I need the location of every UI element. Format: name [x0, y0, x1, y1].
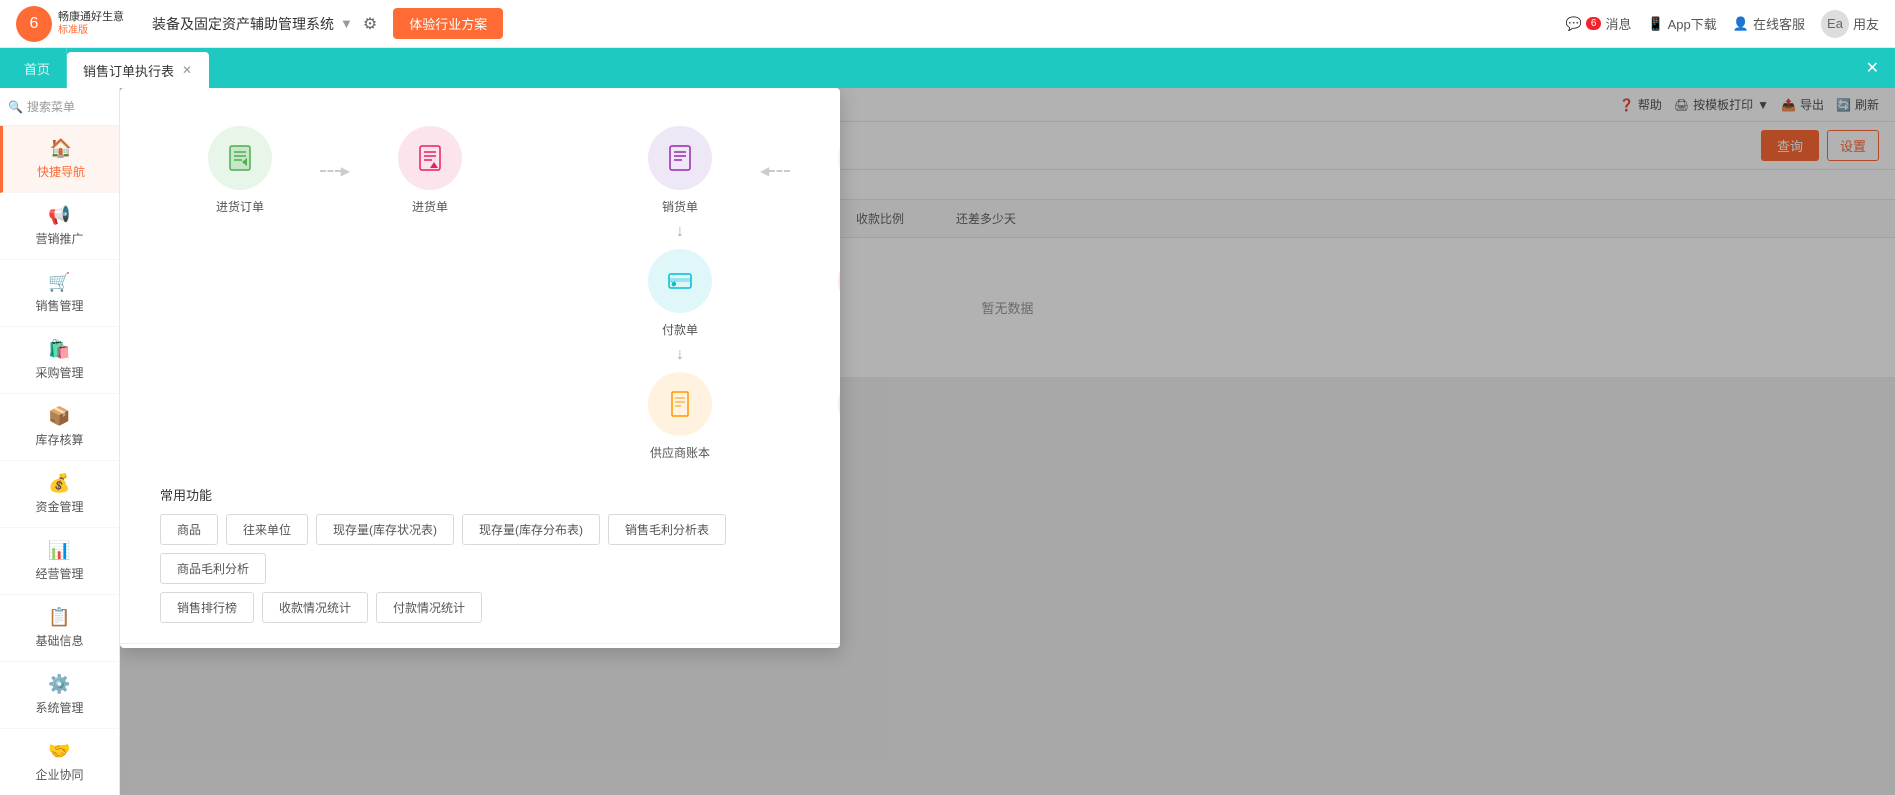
sidebar-item-purchase[interactable]: 🛍️ 采购管理 — [0, 327, 119, 394]
flow-node-purchase-receipt[interactable]: 进货单 — [350, 118, 510, 223]
user-menu[interactable]: Ea 用友 — [1821, 10, 1879, 38]
marketing-icon: 📢 — [48, 205, 70, 226]
payment-label: 付款单 — [662, 321, 698, 338]
nav-close-button[interactable]: ✕ — [1858, 58, 1887, 78]
arrow-h-2: ◀ — [760, 164, 790, 178]
logo-text: 畅康通好生意 标准版 — [58, 10, 124, 37]
home-icon: 🏠 — [50, 138, 72, 159]
inventory-icon: 📦 — [48, 406, 70, 427]
svg-text:¥: ¥ — [670, 280, 676, 289]
collection-icon: ¥ — [838, 249, 840, 313]
btn-stock-status[interactable]: 现存量(库存状况表) — [316, 514, 454, 545]
btn-goods[interactable]: 商品 — [160, 514, 218, 545]
app-download-button[interactable]: 📱 App下载 — [1647, 14, 1716, 33]
flow-node-collection[interactable]: ¥ 收款单 — [830, 241, 840, 346]
common-buttons-row-2: 销售排行榜 收款情况统计 付款情况统计 — [160, 592, 800, 623]
main-layout: 🔍 搜索菜单 🏠 快捷导航 📢 营销推广 🛒 销售管理 🛍️ 采购管理 📦 库存… — [0, 88, 1895, 795]
system-title-area: 装备及固定资产辅助管理系统 ▼ ⚙ 体验行业方案 — [152, 8, 1566, 39]
sales-icon: 🛒 — [48, 272, 70, 293]
common-functions-section: 常用功能 商品 往来单位 现存量(库存状况表) 现存量(库存分布表) 销售毛利分… — [160, 485, 800, 623]
tab-home[interactable]: 首页 — [8, 48, 67, 88]
purchase-receipt-label: 进货单 — [412, 198, 448, 215]
phone-icon: 📱 — [1647, 16, 1663, 32]
sidebar-item-system[interactable]: ⚙️ 系统管理 — [0, 662, 119, 729]
message-icon: 💬 — [1566, 16, 1582, 32]
modal-overlay[interactable]: 进货订单 ▶ 进货单 — [120, 88, 1895, 795]
common-functions-title: 常用功能 — [160, 485, 800, 504]
search-menu-inner[interactable]: 🔍 搜索菜单 — [8, 98, 111, 115]
message-button[interactable]: 💬 6 消息 — [1566, 14, 1632, 33]
top-header: 6 畅康通好生意 标准版 装备及固定资产辅助管理系统 ▼ ⚙ 体验行业方案 💬 … — [0, 0, 1895, 48]
service-icon: 👤 — [1733, 16, 1749, 32]
nav-tabs: 首页 销售订单执行表 ✕ ✕ — [0, 48, 1895, 88]
purchase-icon: 🛍️ — [48, 339, 70, 360]
operations-icon: 📊 — [48, 540, 70, 561]
flow-node-sales-receipt[interactable]: 销货单 — [600, 118, 760, 223]
sales-order-icon — [838, 126, 840, 190]
sidebar-item-finance[interactable]: 💰 资金管理 — [0, 461, 119, 528]
btn-sales-ranking[interactable]: 销售排行榜 — [160, 592, 254, 623]
modal-scrollbar[interactable]: ◀ ▶ — [120, 643, 840, 648]
sidebar-item-sales[interactable]: 🛒 销售管理 — [0, 260, 119, 327]
sidebar-item-marketing[interactable]: 📢 营销推广 — [0, 193, 119, 260]
sidebar-item-operations[interactable]: 📊 经营管理 — [0, 528, 119, 595]
settings-icon[interactable]: ⚙ — [363, 14, 377, 34]
trial-button[interactable]: 体验行业方案 — [393, 8, 503, 39]
flow-col-collection: ↓ ¥ 收款单 ↓ — [790, 223, 840, 469]
purchase-order-label: 进货订单 — [216, 198, 264, 215]
btn-stock-distribution[interactable]: 现存量(库存分布表) — [462, 514, 600, 545]
system-title: 装备及固定资产辅助管理系统 — [152, 14, 334, 34]
quick-nav-modal: 进货订单 ▶ 进货单 — [120, 88, 840, 648]
btn-partner[interactable]: 往来单位 — [226, 514, 308, 545]
user-avatar: Ea — [1821, 10, 1849, 38]
logo-area: 6 畅康通好生意 标准版 — [16, 6, 136, 42]
sidebar-item-enterprise[interactable]: 🤝 企业协同 — [0, 729, 119, 795]
purchase-order-icon — [208, 126, 272, 190]
flow-node-payment[interactable]: ¥ 付款单 — [640, 241, 720, 346]
sales-receipt-icon — [648, 126, 712, 190]
enterprise-icon: 🤝 — [48, 741, 70, 762]
purchase-receipt-icon — [398, 126, 462, 190]
btn-receipt-stats[interactable]: 收款情况统计 — [262, 592, 368, 623]
finance-icon: 💰 — [48, 473, 70, 494]
message-badge: 6 — [1586, 17, 1602, 30]
payment-icon: ¥ — [648, 249, 712, 313]
system-dropdown-icon[interactable]: ▼ — [340, 16, 353, 31]
flow-node-purchase-order[interactable]: 进货订单 — [160, 118, 320, 223]
sidebar-item-inventory[interactable]: 📦 库存核算 — [0, 394, 119, 461]
btn-sales-margin[interactable]: 销售毛利分析表 — [608, 514, 726, 545]
flow-node-sales-order[interactable]: 销售订单 — [790, 118, 840, 223]
tab-close-icon[interactable]: ✕ — [182, 63, 192, 77]
down-arrow-payment: ↓ — [676, 223, 684, 241]
flow-col-payment: ↓ ¥ 付款单 ↓ — [600, 223, 760, 469]
sidebar-item-quick-nav[interactable]: 🏠 快捷导航 — [0, 126, 119, 193]
basic-info-icon: 📋 — [48, 607, 70, 628]
header-right: 💬 6 消息 📱 App下载 👤 在线客服 Ea 用友 — [1566, 10, 1879, 38]
tab-sales-order-exec[interactable]: 销售订单执行表 ✕ — [67, 52, 209, 88]
supplier-ledger-icon — [648, 372, 712, 436]
sidebar: 🔍 搜索菜单 🏠 快捷导航 📢 营销推广 🛒 销售管理 🛍️ 采购管理 📦 库存… — [0, 88, 120, 795]
main-content: ❓ 帮助 🖨 按模板打印 ▼ 📤 导出 🔄 刷新 — 📅 单据状态 — [120, 88, 1895, 795]
system-icon: ⚙️ — [48, 674, 70, 695]
online-service-button[interactable]: 👤 在线客服 — [1733, 14, 1805, 33]
common-buttons-row-1: 商品 往来单位 现存量(库存状况表) 现存量(库存分布表) 销售毛利分析表 商品… — [160, 514, 800, 584]
modal-inner: 进货订单 ▶ 进货单 — [120, 88, 840, 643]
sales-receipt-label: 销货单 — [662, 198, 698, 215]
search-icon: 🔍 — [8, 100, 23, 114]
sidebar-search[interactable]: 🔍 搜索菜单 — [0, 88, 119, 126]
btn-payment-stats[interactable]: 付款情况统计 — [376, 592, 482, 623]
flow-node-customer-ledger[interactable]: 客户账本 — [830, 364, 840, 469]
flow-node-supplier-ledger[interactable]: 供应商账本 — [640, 364, 720, 469]
arrow-h-1: ▶ — [320, 164, 350, 178]
sidebar-item-basic-info[interactable]: 📋 基础信息 — [0, 595, 119, 662]
down-arrow-supplier: ↓ — [676, 346, 684, 364]
customer-ledger-icon — [838, 372, 840, 436]
supplier-ledger-label: 供应商账本 — [650, 444, 710, 461]
btn-goods-margin[interactable]: 商品毛利分析 — [160, 553, 266, 584]
logo-icon: 6 — [16, 6, 52, 42]
flow-diagram: 进货订单 ▶ 进货单 — [160, 118, 800, 469]
